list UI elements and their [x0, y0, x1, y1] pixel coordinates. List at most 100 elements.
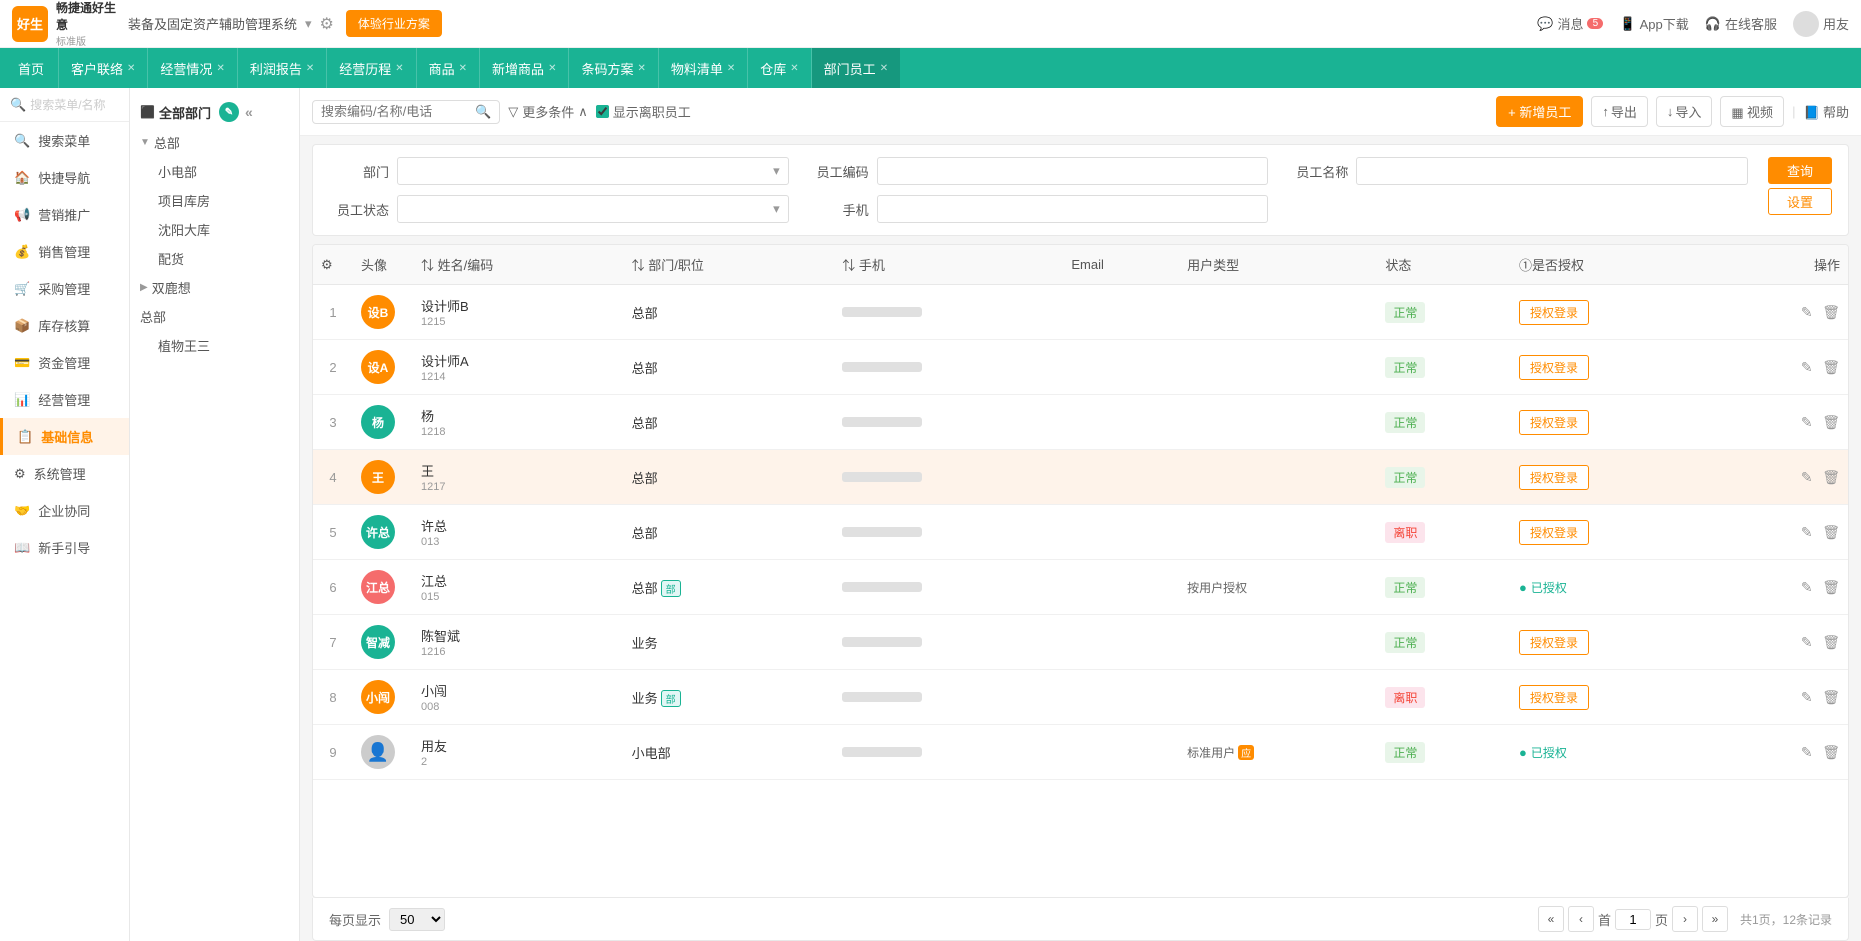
auth-btn[interactable]: 授权登录 — [1519, 685, 1589, 710]
close-icon[interactable]: ✕ — [880, 63, 888, 74]
tab-home[interactable]: 首页 — [4, 48, 59, 88]
delete-icon[interactable]: 🗑 — [1822, 304, 1840, 320]
per-page-select[interactable]: 50 20 100 — [389, 908, 445, 931]
reset-btn[interactable]: 设置 — [1768, 188, 1832, 215]
tree-item-plant-king[interactable]: 植物王三 — [130, 331, 299, 360]
edit-icon[interactable]: ✎ — [1801, 469, 1813, 485]
edit-icon[interactable]: ✎ — [1801, 579, 1813, 595]
close-icon[interactable]: ✕ — [727, 63, 735, 74]
tree-item-headquarters2[interactable]: 总部 — [130, 302, 299, 331]
auth-btn[interactable]: 授权登录 — [1519, 465, 1589, 490]
auth-btn[interactable]: 授权登录 — [1519, 410, 1589, 435]
page-input[interactable] — [1615, 909, 1651, 930]
tree-group-shuanglu[interactable]: ▶ 双鹿想 — [130, 273, 299, 302]
edit-icon[interactable]: ✎ — [1801, 414, 1813, 430]
close-icon[interactable]: ✕ — [459, 63, 467, 74]
close-icon[interactable]: ✕ — [637, 63, 645, 74]
tab-warehouse[interactable]: 仓库✕ — [748, 48, 811, 88]
dropdown-icon[interactable]: ▾ — [305, 16, 312, 32]
import-btn[interactable]: ↓ 导入 — [1656, 96, 1713, 127]
tree-item-small-electric[interactable]: 小电部 — [130, 157, 299, 186]
delete-icon[interactable]: 🗑 — [1822, 524, 1840, 540]
auth-btn[interactable]: 授权登录 — [1519, 355, 1589, 380]
sidebar-item-search[interactable]: 🔍 搜索菜单 — [0, 122, 129, 159]
sidebar-item-quicknav[interactable]: 🏠 快捷导航 — [0, 159, 129, 196]
sidebar-item-inventory[interactable]: 📦 库存核算 — [0, 307, 129, 344]
first-page-btn[interactable]: « — [1538, 906, 1564, 932]
edit-icon[interactable]: ✎ — [1801, 524, 1813, 540]
export-btn[interactable]: ↑ 导出 — [1591, 96, 1648, 127]
filter-more-btn[interactable]: ▽ 更多条件 ∧ — [508, 102, 588, 121]
empcode-input[interactable] — [877, 157, 1269, 185]
delete-icon[interactable]: 🗑 — [1822, 359, 1840, 375]
edit-icon[interactable]: ✎ — [1801, 304, 1813, 320]
delete-icon[interactable]: 🗑 — [1822, 414, 1840, 430]
delete-icon[interactable]: 🗑 — [1822, 579, 1840, 595]
close-icon[interactable]: ✕ — [395, 63, 403, 74]
try-btn[interactable]: 体验行业方案 — [346, 10, 442, 37]
delete-icon[interactable]: 🗑 — [1822, 689, 1840, 705]
tab-barcode[interactable]: 条码方案✕ — [569, 48, 658, 88]
delete-icon[interactable]: 🗑 — [1822, 744, 1840, 760]
settings-icon[interactable]: ⚙ — [320, 14, 334, 34]
empstatus-select[interactable]: ▾ — [397, 195, 789, 223]
sidebar-item-purchase[interactable]: 🛒 采购管理 — [0, 270, 129, 307]
sidebar-item-guide[interactable]: 📖 新手引导 — [0, 529, 129, 566]
close-icon[interactable]: ✕ — [127, 63, 135, 74]
sidebar-item-management[interactable]: 📊 经营管理 — [0, 381, 129, 418]
auth-btn[interactable]: 授权登录 — [1519, 300, 1589, 325]
resigned-checkbox-input[interactable] — [596, 105, 609, 118]
sidebar-item-sales[interactable]: 💰 销售管理 — [0, 233, 129, 270]
tab-new-goods[interactable]: 新增商品✕ — [480, 48, 569, 88]
search-btn[interactable]: 查询 — [1768, 157, 1832, 184]
delete-icon[interactable]: 🗑 — [1822, 634, 1840, 650]
edit-icon[interactable]: ✎ — [1801, 744, 1813, 760]
view-btn[interactable]: ▦ 视频 — [1720, 96, 1784, 127]
app-download-btn[interactable]: 📱 App下载 — [1619, 14, 1688, 33]
col-dept[interactable]: ⇅ 部门/职位 — [624, 245, 835, 285]
close-icon[interactable]: ✕ — [216, 63, 224, 74]
edit-icon[interactable]: ✎ — [1801, 359, 1813, 375]
sidebar-item-system[interactable]: ⚙ 系统管理 — [0, 455, 129, 492]
message-btn[interactable]: 💬 消息 5 — [1537, 14, 1603, 33]
tab-goods[interactable]: 商品✕ — [417, 48, 480, 88]
tab-profit[interactable]: 利润报告✕ — [238, 48, 327, 88]
online-service-btn[interactable]: 🎧 在线客服 — [1705, 14, 1777, 33]
col-phone[interactable]: ⇅ 手机 — [834, 245, 1063, 285]
sidebar-item-finance[interactable]: 💳 资金管理 — [0, 344, 129, 381]
auth-btn[interactable]: 授权登录 — [1519, 520, 1589, 545]
empname-input[interactable] — [1356, 157, 1748, 185]
col-settings[interactable]: ⚙ — [313, 245, 353, 285]
tab-operation[interactable]: 经营情况✕ — [148, 48, 237, 88]
show-resigned-checkbox[interactable]: 显示离职员工 — [596, 102, 691, 121]
sidebar-item-collab[interactable]: 🤝 企业协同 — [0, 492, 129, 529]
next-page-btn[interactable]: › — [1672, 906, 1698, 932]
edit-dept-icon[interactable]: ✎ — [219, 102, 239, 122]
col-name[interactable]: ⇅ 姓名/编码 — [413, 245, 624, 285]
help-btn[interactable]: 📘 帮助 — [1803, 102, 1849, 121]
edit-icon[interactable]: ✎ — [1801, 689, 1813, 705]
sidebar-search-bar[interactable]: 🔍 搜索菜单/名称 — [0, 88, 129, 122]
tree-item-shenyang[interactable]: 沈阳大库 — [130, 215, 299, 244]
tree-item-project-room[interactable]: 项目库房 — [130, 186, 299, 215]
search-input[interactable] — [321, 104, 471, 119]
tree-item-delivery[interactable]: 配货 — [130, 244, 299, 273]
close-icon[interactable]: ✕ — [306, 63, 314, 74]
tab-bom[interactable]: 物料清单✕ — [659, 48, 748, 88]
tab-process[interactable]: 经营历程✕ — [327, 48, 416, 88]
add-employee-button[interactable]: + 新增员工 — [1496, 96, 1583, 127]
close-icon[interactable]: ✕ — [790, 63, 798, 74]
sidebar-item-marketing[interactable]: 📢 营销推广 — [0, 196, 129, 233]
last-page-btn[interactable]: » — [1702, 906, 1728, 932]
search-box[interactable]: 🔍 — [312, 100, 500, 124]
tree-group-headquarters[interactable]: ▼ 总部 — [130, 128, 299, 157]
close-icon[interactable]: ✕ — [548, 63, 556, 74]
sidebar-item-basics[interactable]: 📋 基础信息 — [0, 418, 129, 455]
collapse-tree-icon[interactable]: « — [245, 104, 253, 120]
tab-department[interactable]: 部门员工✕ — [812, 48, 900, 88]
auth-btn[interactable]: 授权登录 — [1519, 630, 1589, 655]
phone-input[interactable] — [877, 195, 1269, 223]
tab-customer[interactable]: 客户联络✕ — [59, 48, 148, 88]
user-area[interactable]: 用友 — [1793, 11, 1849, 37]
edit-icon[interactable]: ✎ — [1801, 634, 1813, 650]
